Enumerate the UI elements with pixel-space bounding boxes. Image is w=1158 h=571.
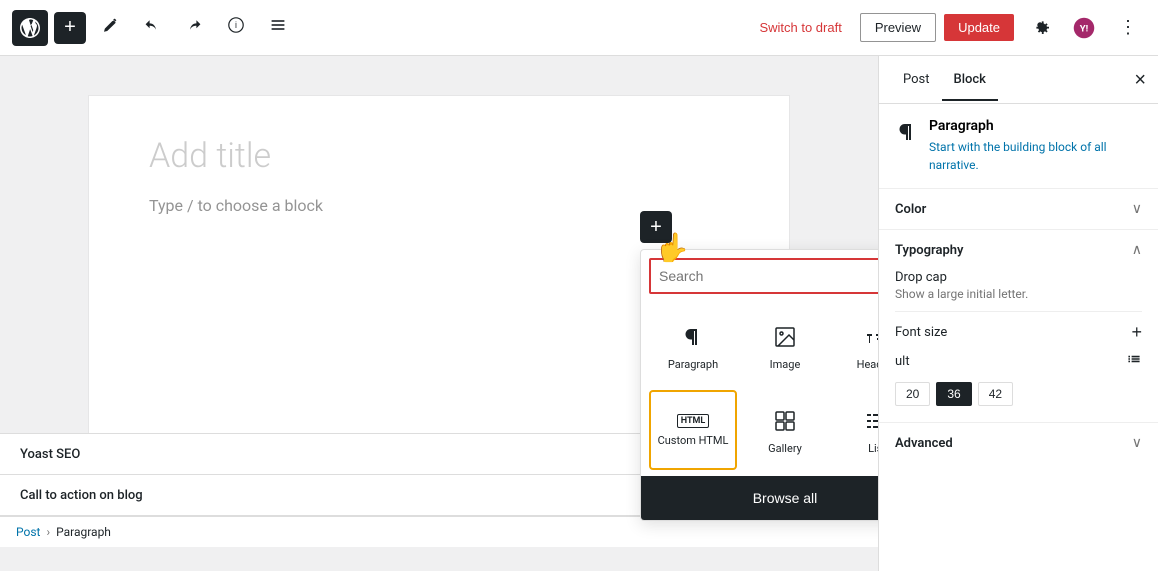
image-block-label: Image	[770, 358, 801, 372]
paragraph-block-icon	[681, 322, 705, 352]
block-item-heading[interactable]: Heading	[833, 306, 878, 386]
font-size-options: 20 36 42	[895, 378, 1142, 410]
pencil-icon	[102, 17, 118, 38]
post-title[interactable]: Add title	[149, 136, 729, 176]
paragraph-block-label: Paragraph	[668, 358, 718, 372]
font-size-section-row: Font size +	[895, 322, 1142, 343]
browse-all-button[interactable]: Browse all	[641, 476, 878, 520]
edit-button[interactable]	[92, 10, 128, 46]
image-block-icon	[773, 322, 797, 352]
wp-logo[interactable]	[12, 10, 48, 46]
dropcap-row: Drop cap Show a large initial letter.	[895, 270, 1142, 301]
dropcap-label: Drop cap	[895, 270, 1028, 285]
font-size-42[interactable]: 42	[978, 382, 1013, 406]
color-chevron-icon: ∨	[1132, 201, 1142, 217]
advanced-section: Advanced ∨	[879, 423, 1158, 463]
tab-post[interactable]: Post	[891, 60, 942, 101]
default-size-row: ult	[895, 351, 1142, 372]
breadcrumb-separator: ›	[46, 525, 50, 539]
block-item-image[interactable]: Image	[741, 306, 829, 386]
cursor-hand: 👆	[655, 231, 690, 264]
block-description: Start with the building block of all nar…	[929, 138, 1142, 174]
size-control-icon[interactable]	[1126, 351, 1142, 372]
custom-html-block-label: Custom HTML	[658, 434, 729, 448]
info-button[interactable]: i	[218, 10, 254, 46]
font-size-20[interactable]: 20	[895, 382, 930, 406]
add-block-toolbar-button[interactable]: +	[54, 12, 86, 44]
typography-section-header[interactable]: Typography ∧	[895, 242, 1142, 258]
font-size-add-button[interactable]: +	[1131, 322, 1142, 343]
color-section-header[interactable]: Color ∨	[895, 201, 1142, 217]
typography-section: Typography ∧ Drop cap Show a large initi…	[879, 230, 1158, 423]
block-info: Paragraph Start with the building block …	[879, 104, 1158, 189]
update-button[interactable]: Update	[944, 14, 1014, 41]
color-section-title: Color	[895, 202, 926, 217]
advanced-chevron-icon: ∨	[1132, 435, 1142, 451]
typography-content: Drop cap Show a large initial letter. Fo…	[895, 270, 1142, 410]
redo-button[interactable]	[176, 10, 212, 46]
right-sidebar: Post Block × Paragraph Start with the bu…	[878, 56, 1158, 571]
preview-button[interactable]: Preview	[860, 13, 936, 42]
font-size-36[interactable]: 36	[936, 382, 971, 406]
yoast-seo-label: Yoast SEO	[20, 447, 80, 462]
list-block-icon	[865, 406, 878, 436]
block-info-text: Paragraph Start with the building block …	[929, 118, 1142, 174]
typography-chevron-icon: ∧	[1132, 242, 1142, 258]
tab-block[interactable]: Block	[942, 60, 998, 101]
more-options-button[interactable]: ⋮	[1110, 10, 1146, 46]
toolbar-right: Switch to draft Preview Update Y! ⋮	[749, 10, 1146, 46]
paragraph-icon-large	[895, 120, 919, 150]
block-item-list[interactable]: List	[833, 390, 878, 470]
breadcrumb-current: Paragraph	[56, 525, 111, 539]
block-item-paragraph[interactable]: Paragraph	[649, 306, 737, 386]
cta-label: Call to action on blog	[20, 488, 143, 503]
font-size-label: Font size	[895, 325, 947, 340]
block-search-panel: Paragraph Image Heading	[640, 249, 878, 521]
block-inserter-container: + 👆 Paragraph	[640, 211, 672, 243]
plus-icon: +	[64, 16, 76, 39]
list-view-icon	[270, 17, 286, 38]
color-section: Color ∨	[879, 189, 1158, 230]
svg-text:i: i	[235, 20, 237, 30]
dropcap-info: Drop cap Show a large initial letter.	[895, 270, 1028, 301]
undo-button[interactable]	[134, 10, 170, 46]
blocks-grid: Paragraph Image Heading	[641, 300, 878, 476]
block-search-input[interactable]	[659, 268, 878, 284]
default-size-label: ult	[895, 354, 910, 369]
list-view-button[interactable]	[260, 10, 296, 46]
main-toolbar: + i Switch to draft	[0, 0, 1158, 56]
undo-icon	[144, 17, 160, 38]
switch-to-draft-button[interactable]: Switch to draft	[749, 14, 851, 41]
info-icon: i	[228, 17, 244, 38]
yoast-button[interactable]: Y!	[1066, 10, 1102, 46]
heading-block-label: Heading	[857, 358, 878, 372]
advanced-section-title: Advanced	[895, 436, 953, 451]
typography-section-title: Typography	[895, 243, 964, 258]
more-options-icon: ⋮	[1119, 17, 1137, 38]
block-item-custom-html[interactable]: HTML Custom HTML	[649, 390, 737, 470]
html-badge: HTML	[677, 414, 710, 428]
divider	[895, 311, 1142, 312]
svg-text:Y!: Y!	[1080, 23, 1089, 34]
redo-icon	[186, 17, 202, 38]
block-item-gallery[interactable]: Gallery	[741, 390, 829, 470]
sidebar-tabs: Post Block ×	[879, 56, 1158, 104]
dropcap-desc: Show a large initial letter.	[895, 287, 1028, 301]
gear-icon	[1031, 16, 1049, 39]
gallery-block-label: Gallery	[768, 442, 802, 456]
breadcrumb-post-link[interactable]: Post	[16, 525, 40, 539]
gallery-block-icon	[773, 406, 797, 436]
settings-button[interactable]	[1022, 10, 1058, 46]
advanced-header[interactable]: Advanced ∨	[895, 435, 1142, 451]
list-block-label: List	[868, 442, 878, 456]
heading-block-icon	[865, 322, 878, 352]
sidebar-close-button[interactable]: ×	[1134, 70, 1146, 90]
block-name: Paragraph	[929, 118, 1142, 134]
toolbar-left: + i	[12, 10, 749, 46]
